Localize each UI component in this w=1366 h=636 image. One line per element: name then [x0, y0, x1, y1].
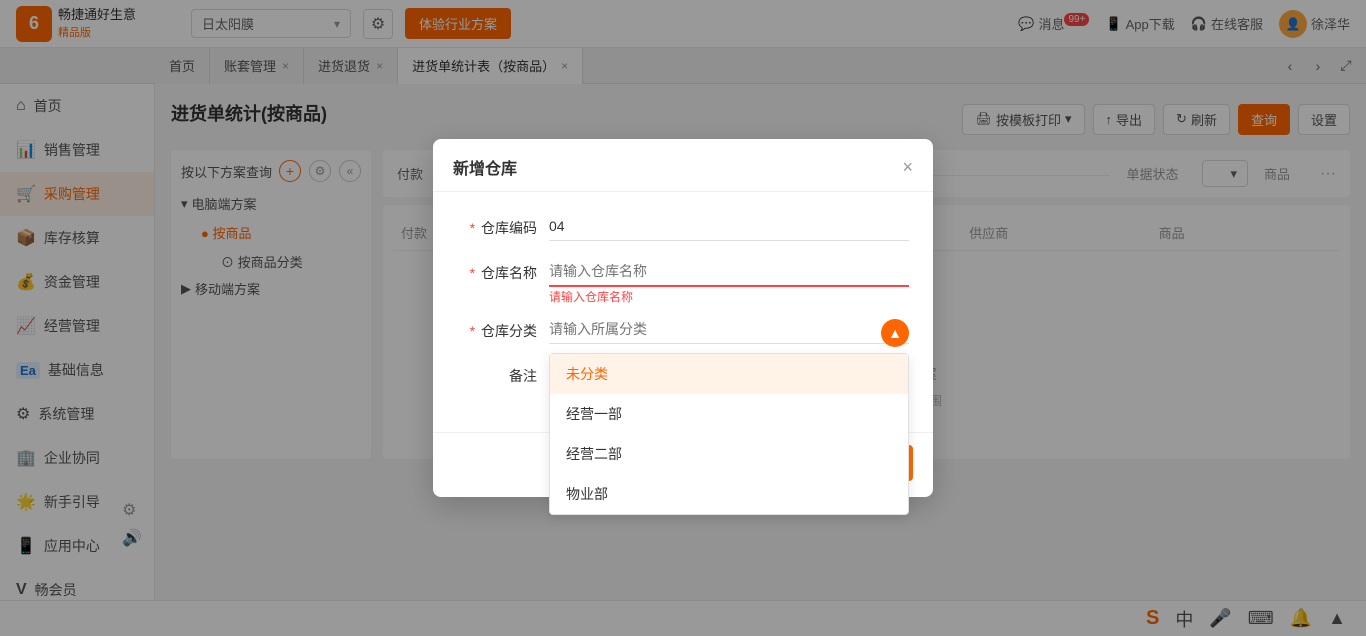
dialog-title: 新增仓库: [453, 155, 517, 179]
dropdown-option-uncategorized[interactable]: 未分类: [550, 354, 908, 394]
category-dropdown: 未分类 经营一部 经营二部 物业部: [549, 353, 909, 515]
chevron-up-icon: ▲: [888, 325, 902, 341]
dropdown-option-ops1[interactable]: 经营一部: [550, 394, 908, 434]
category-select-container: ▲: [549, 315, 909, 344]
form-row-code: * 仓库编码: [457, 212, 909, 241]
dropdown-option-ops2[interactable]: 经营二部: [550, 434, 908, 474]
name-input[interactable]: [549, 257, 909, 287]
form-row-name: * 仓库名称 请输入仓库名称: [457, 257, 909, 287]
code-label: * 仓库编码: [457, 212, 537, 238]
dropdown-option-property[interactable]: 物业部: [550, 474, 908, 514]
category-label: * 仓库分类: [457, 315, 537, 341]
dialog-overlay: 新增仓库 × * 仓库编码 * 仓库名称 请输入仓库名称: [0, 0, 1366, 636]
form-row-category: * 仓库分类 ▲ 未分类 经营一部: [457, 315, 909, 344]
category-toggle-button[interactable]: ▲: [881, 319, 909, 347]
name-label: * 仓库名称: [457, 257, 537, 283]
notes-label: 备注: [457, 360, 537, 386]
dialog-header: 新增仓库 ×: [433, 139, 933, 192]
new-warehouse-dialog: 新增仓库 × * 仓库编码 * 仓库名称 请输入仓库名称: [433, 139, 933, 497]
category-input[interactable]: [549, 315, 909, 344]
code-input[interactable]: [549, 212, 909, 241]
dialog-body: * 仓库编码 * 仓库名称 请输入仓库名称 *: [433, 192, 933, 432]
dialog-close-button[interactable]: ×: [902, 158, 913, 176]
name-error-message: 请输入仓库名称: [549, 288, 633, 305]
